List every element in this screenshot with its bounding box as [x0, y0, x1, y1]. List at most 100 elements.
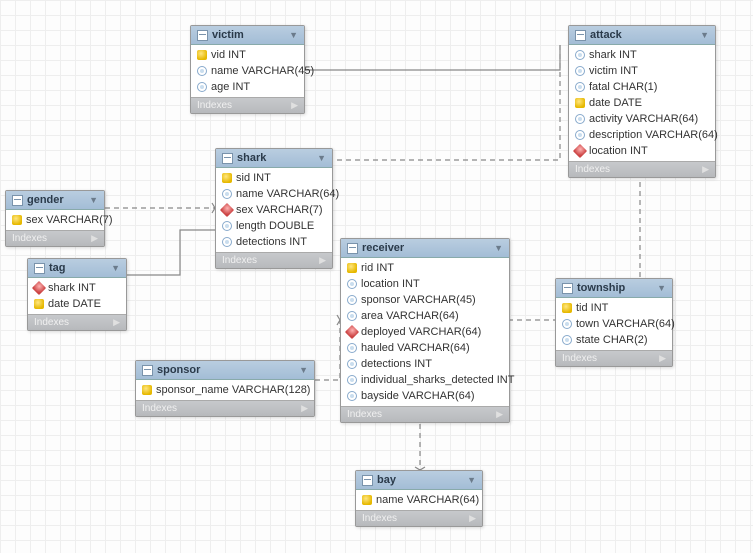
column-row[interactable]: rid INT [341, 260, 509, 276]
attr-icon [562, 335, 572, 345]
entity-bay[interactable]: bay ▼ name VARCHAR(64) Indexes▶ [355, 470, 483, 527]
entity-header[interactable]: gender ▼ [6, 191, 104, 210]
column-row[interactable]: date DATE [569, 95, 715, 111]
column-row[interactable]: location INT [569, 143, 715, 159]
entity-attack[interactable]: attack ▼ shark INT victim INT fatal CHAR… [568, 25, 716, 178]
entity-header[interactable]: shark ▼ [216, 149, 332, 168]
fk-icon [573, 144, 587, 158]
column-row[interactable]: sponsor VARCHAR(45) [341, 292, 509, 308]
collapse-icon[interactable]: ▼ [317, 153, 326, 163]
expand-icon[interactable]: ▶ [291, 100, 298, 111]
column-list: sex VARCHAR(7) [6, 210, 104, 230]
column-row[interactable]: age INT [191, 79, 304, 95]
column-row[interactable]: name VARCHAR(64) [356, 492, 482, 508]
entity-header[interactable]: township ▼ [556, 279, 672, 298]
column-list: shark INT date DATE [28, 278, 126, 314]
column-row[interactable]: sponsor_name VARCHAR(128) [136, 382, 314, 398]
attr-icon [347, 295, 357, 305]
column-row[interactable]: sex VARCHAR(7) [216, 202, 332, 218]
entity-header[interactable]: sponsor ▼ [136, 361, 314, 380]
column-row[interactable]: name VARCHAR(45) [191, 63, 304, 79]
entity-title: bay [377, 474, 396, 486]
entity-township[interactable]: township ▼ tid INT town VARCHAR(64) stat… [555, 278, 673, 367]
collapse-icon[interactable]: ▼ [289, 30, 298, 40]
column-row[interactable]: date DATE [28, 296, 126, 312]
column-text: shark INT [48, 282, 96, 294]
column-row[interactable]: shark INT [28, 280, 126, 296]
attr-icon [575, 66, 585, 76]
column-row[interactable]: sex VARCHAR(7) [6, 212, 104, 228]
expand-icon[interactable]: ▶ [659, 353, 666, 364]
expand-icon[interactable]: ▶ [113, 317, 120, 328]
expand-icon[interactable]: ▶ [319, 255, 326, 266]
column-row[interactable]: name VARCHAR(64) [216, 186, 332, 202]
column-row[interactable]: hauled VARCHAR(64) [341, 340, 509, 356]
fk-icon [32, 281, 46, 295]
expand-icon[interactable]: ▶ [469, 513, 476, 524]
indexes-section[interactable]: Indexes▶ [6, 230, 104, 246]
entity-sponsor[interactable]: sponsor ▼ sponsor_name VARCHAR(128) Inde… [135, 360, 315, 417]
indexes-section[interactable]: Indexes▶ [136, 400, 314, 416]
indexes-section[interactable]: Indexes▶ [356, 510, 482, 526]
column-text: vid INT [211, 49, 246, 61]
table-icon [562, 283, 573, 294]
column-row[interactable]: fatal CHAR(1) [569, 79, 715, 95]
column-row[interactable]: vid INT [191, 47, 304, 63]
column-row[interactable]: victim INT [569, 63, 715, 79]
indexes-section[interactable]: Indexes▶ [191, 97, 304, 113]
attr-icon [347, 311, 357, 321]
indexes-section[interactable]: Indexes▶ [216, 252, 332, 268]
collapse-icon[interactable]: ▼ [299, 365, 308, 375]
column-text: deployed VARCHAR(64) [361, 326, 481, 338]
collapse-icon[interactable]: ▼ [494, 243, 503, 253]
collapse-icon[interactable]: ▼ [657, 283, 666, 293]
indexes-label: Indexes [575, 164, 610, 175]
column-row[interactable]: sid INT [216, 170, 332, 186]
column-row[interactable]: bayside VARCHAR(64) [341, 388, 509, 404]
indexes-section[interactable]: Indexes▶ [341, 406, 509, 422]
attr-icon [222, 189, 232, 199]
pk-icon [362, 495, 372, 505]
collapse-icon[interactable]: ▼ [700, 30, 709, 40]
column-row[interactable]: location INT [341, 276, 509, 292]
pk-icon [222, 173, 232, 183]
indexes-section[interactable]: Indexes▶ [28, 314, 126, 330]
entity-header[interactable]: attack ▼ [569, 26, 715, 45]
column-text: state CHAR(2) [576, 334, 648, 346]
entity-gender[interactable]: gender ▼ sex VARCHAR(7) Indexes▶ [5, 190, 105, 247]
entity-header[interactable]: bay ▼ [356, 471, 482, 490]
column-text: hauled VARCHAR(64) [361, 342, 470, 354]
expand-icon[interactable]: ▶ [301, 403, 308, 414]
expand-icon[interactable]: ▶ [91, 233, 98, 244]
column-row[interactable]: length DOUBLE [216, 218, 332, 234]
entity-header[interactable]: victim ▼ [191, 26, 304, 45]
column-row[interactable]: deployed VARCHAR(64) [341, 324, 509, 340]
entity-shark[interactable]: shark ▼ sid INT name VARCHAR(64) sex VAR… [215, 148, 333, 269]
entity-victim[interactable]: victim ▼ vid INT name VARCHAR(45) age IN… [190, 25, 305, 114]
collapse-icon[interactable]: ▼ [89, 195, 98, 205]
entity-title: receiver [362, 242, 404, 254]
collapse-icon[interactable]: ▼ [467, 475, 476, 485]
column-row[interactable]: tid INT [556, 300, 672, 316]
column-row[interactable]: shark INT [569, 47, 715, 63]
column-row[interactable]: description VARCHAR(64) [569, 127, 715, 143]
column-row[interactable]: detections INT [216, 234, 332, 250]
entity-tag[interactable]: tag ▼ shark INT date DATE Indexes▶ [27, 258, 127, 331]
indexes-section[interactable]: Indexes ▶ [569, 161, 715, 177]
attr-icon [222, 237, 232, 247]
column-row[interactable]: town VARCHAR(64) [556, 316, 672, 332]
entity-header[interactable]: tag ▼ [28, 259, 126, 278]
entity-receiver[interactable]: receiver ▼ rid INT location INT sponsor … [340, 238, 510, 423]
expand-icon[interactable]: ▶ [496, 409, 503, 420]
column-row[interactable]: area VARCHAR(64) [341, 308, 509, 324]
column-text: name VARCHAR(45) [211, 65, 314, 77]
column-row[interactable]: activity VARCHAR(64) [569, 111, 715, 127]
expand-icon[interactable]: ▶ [702, 164, 709, 175]
column-row[interactable]: detections INT [341, 356, 509, 372]
attr-icon [347, 391, 357, 401]
collapse-icon[interactable]: ▼ [111, 263, 120, 273]
column-row[interactable]: individual_sharks_detected INT [341, 372, 509, 388]
entity-header[interactable]: receiver ▼ [341, 239, 509, 258]
column-row[interactable]: state CHAR(2) [556, 332, 672, 348]
indexes-section[interactable]: Indexes▶ [556, 350, 672, 366]
